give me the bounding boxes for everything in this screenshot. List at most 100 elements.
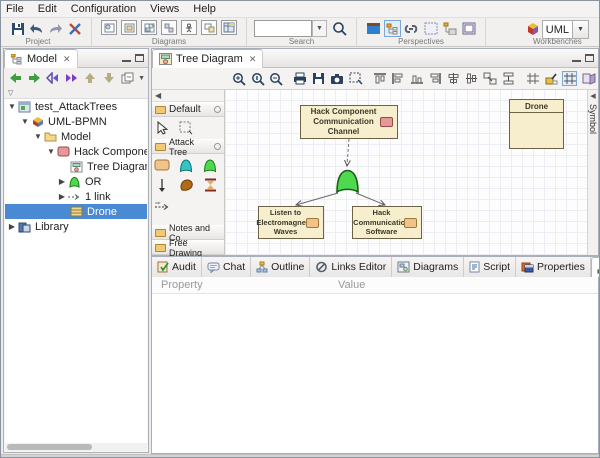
- center-horizontal-icon[interactable]: [465, 71, 479, 86]
- distribute-icon[interactable]: [501, 71, 515, 86]
- symbol-sidebar[interactable]: ◀ Symbol: [587, 90, 598, 255]
- view-menu-icon[interactable]: ▼: [138, 75, 145, 82]
- minimize-icon[interactable]: [122, 54, 131, 62]
- snap-grid-icon[interactable]: [562, 71, 577, 86]
- model-filter-row[interactable]: ▽: [4, 88, 148, 99]
- tab-close-icon[interactable]: ✕: [63, 54, 71, 65]
- tree-item-tree-diagram[interactable]: Tree Diagram: [5, 159, 147, 174]
- new-diagram-6-icon[interactable]: [201, 20, 217, 35]
- same-size-icon[interactable]: [483, 71, 497, 86]
- new-diagram-1-icon[interactable]: [101, 20, 117, 35]
- attack-node-tool-icon[interactable]: [154, 157, 170, 173]
- collapse-left-icon[interactable]: ◀: [588, 92, 598, 100]
- properties-table-body[interactable]: [152, 294, 598, 453]
- tab-attack-tree[interactable]: Attack Tree ✕: [591, 257, 600, 277]
- scrollbar-thumb[interactable]: [7, 444, 92, 450]
- center-vertical-icon[interactable]: [446, 71, 460, 86]
- tree-item-drone[interactable]: Drone: [5, 204, 147, 219]
- perspective-design-icon[interactable]: [365, 20, 382, 37]
- clear-diagram-icon[interactable]: [581, 71, 595, 86]
- tab-audit[interactable]: Audit: [152, 257, 202, 277]
- tab-tree-diagram[interactable]: Tree Diagram ✕: [152, 49, 263, 68]
- tab-script[interactable]: Script: [464, 257, 516, 277]
- tree-item-uml-bpmn[interactable]: ▼ UML-BPMN: [5, 114, 147, 129]
- zoom-in-icon[interactable]: [232, 71, 246, 86]
- undo-icon[interactable]: [28, 20, 45, 37]
- new-diagram-5-icon[interactable]: [181, 20, 197, 35]
- perspective-outline-icon[interactable]: [441, 20, 458, 37]
- tree-item-or[interactable]: ▶ OR: [5, 174, 147, 189]
- align-bottom-icon[interactable]: [409, 71, 423, 86]
- next-diff-icon[interactable]: [64, 70, 79, 87]
- tab-links-editor[interactable]: Links Editor: [310, 257, 392, 277]
- sequence-node-tool-icon[interactable]: [178, 177, 194, 193]
- save-icon[interactable]: [9, 20, 26, 37]
- expander-icon[interactable]: ▼: [20, 117, 30, 126]
- expander-icon[interactable]: ▼: [46, 147, 56, 156]
- menu-help[interactable]: Help: [193, 3, 216, 15]
- prev-diff-icon[interactable]: [45, 70, 60, 87]
- new-diagram-2-icon[interactable]: [121, 20, 137, 35]
- palette-collapse-icon[interactable]: ◀: [152, 90, 224, 102]
- capture-icon[interactable]: [330, 71, 344, 86]
- maximize-icon[interactable]: [135, 54, 144, 62]
- model-horizontal-scrollbar[interactable]: [5, 443, 147, 451]
- palette-section-default[interactable]: Default: [152, 102, 224, 117]
- new-diagram-3-icon[interactable]: [141, 20, 157, 35]
- palette-section-free-drawing[interactable]: Free Drawing: [152, 240, 224, 255]
- tab-model[interactable]: Model ✕: [4, 49, 78, 68]
- grid-icon[interactable]: [526, 71, 540, 86]
- expander-icon[interactable]: ▶: [57, 177, 67, 186]
- menu-file[interactable]: File: [6, 3, 24, 15]
- zoom-original-icon[interactable]: [250, 71, 264, 86]
- menu-views[interactable]: Views: [150, 3, 179, 15]
- link-tool-icon[interactable]: var: [154, 197, 170, 213]
- align-top-icon[interactable]: [372, 71, 386, 86]
- align-right-icon[interactable]: [428, 71, 442, 86]
- menu-edit[interactable]: Edit: [38, 3, 57, 15]
- perspective-window-icon[interactable]: [460, 20, 477, 37]
- tab-chat[interactable]: Chat: [202, 257, 251, 277]
- perspective-links-icon[interactable]: [403, 20, 420, 37]
- arrow-tool-icon[interactable]: [154, 177, 170, 193]
- node-leaf-hacksw[interactable]: Hack Communication Software: [352, 206, 422, 239]
- search-input[interactable]: [254, 20, 312, 37]
- maximize-icon[interactable]: [585, 54, 594, 62]
- tree-item-library[interactable]: ▶ Library: [5, 219, 147, 234]
- search-dropdown-button[interactable]: ▼: [312, 20, 327, 37]
- expander-icon[interactable]: ▶: [7, 222, 17, 231]
- tree-item-link[interactable]: ▶ 1 link: [5, 189, 147, 204]
- tab-diagrams[interactable]: Diagrams: [392, 257, 464, 277]
- node-leaf-listen[interactable]: Listen to Electromagnetic Waves: [258, 206, 324, 239]
- minimize-icon[interactable]: [572, 54, 581, 62]
- node-root-attack[interactable]: Hack Component Communication Channel: [300, 105, 398, 139]
- diagram-canvas[interactable]: Hack Component Communication Channel Dro…: [225, 90, 587, 255]
- expander-icon[interactable]: ▼: [33, 132, 43, 141]
- settings-tools-icon[interactable]: [66, 20, 83, 37]
- timer-tool-icon[interactable]: [202, 177, 218, 193]
- column-property[interactable]: Property: [152, 279, 338, 291]
- tree-item-project[interactable]: ▼ test_AttackTrees: [5, 99, 147, 114]
- menu-configuration[interactable]: Configuration: [71, 3, 136, 15]
- expander-icon[interactable]: ▶: [57, 192, 67, 201]
- move-down-icon[interactable]: [102, 70, 117, 87]
- tab-properties[interactable]: Properties: [516, 257, 591, 277]
- node-drone-block[interactable]: Drone: [509, 99, 564, 149]
- or-gate-shape[interactable]: [334, 167, 362, 195]
- column-value[interactable]: Value: [338, 279, 365, 291]
- search-icon[interactable]: [331, 20, 348, 37]
- pin-icon[interactable]: [214, 106, 221, 113]
- cursor-tool-icon[interactable]: [154, 120, 170, 136]
- nav-back-icon[interactable]: [8, 70, 23, 87]
- print-icon[interactable]: [293, 71, 307, 86]
- redo-icon[interactable]: [47, 20, 64, 37]
- perspective-tree-icon[interactable]: [384, 20, 401, 37]
- align-left-icon[interactable]: [391, 71, 405, 86]
- tab-close-icon[interactable]: ✕: [249, 54, 257, 65]
- paint-background-icon[interactable]: [544, 71, 558, 86]
- new-table-icon[interactable]: [221, 20, 237, 35]
- new-diagram-4-icon[interactable]: [161, 20, 177, 35]
- perspective-dotted-icon[interactable]: [422, 20, 439, 37]
- zoom-out-icon[interactable]: [269, 71, 283, 86]
- countermeasure-tool-icon[interactable]: [178, 157, 194, 173]
